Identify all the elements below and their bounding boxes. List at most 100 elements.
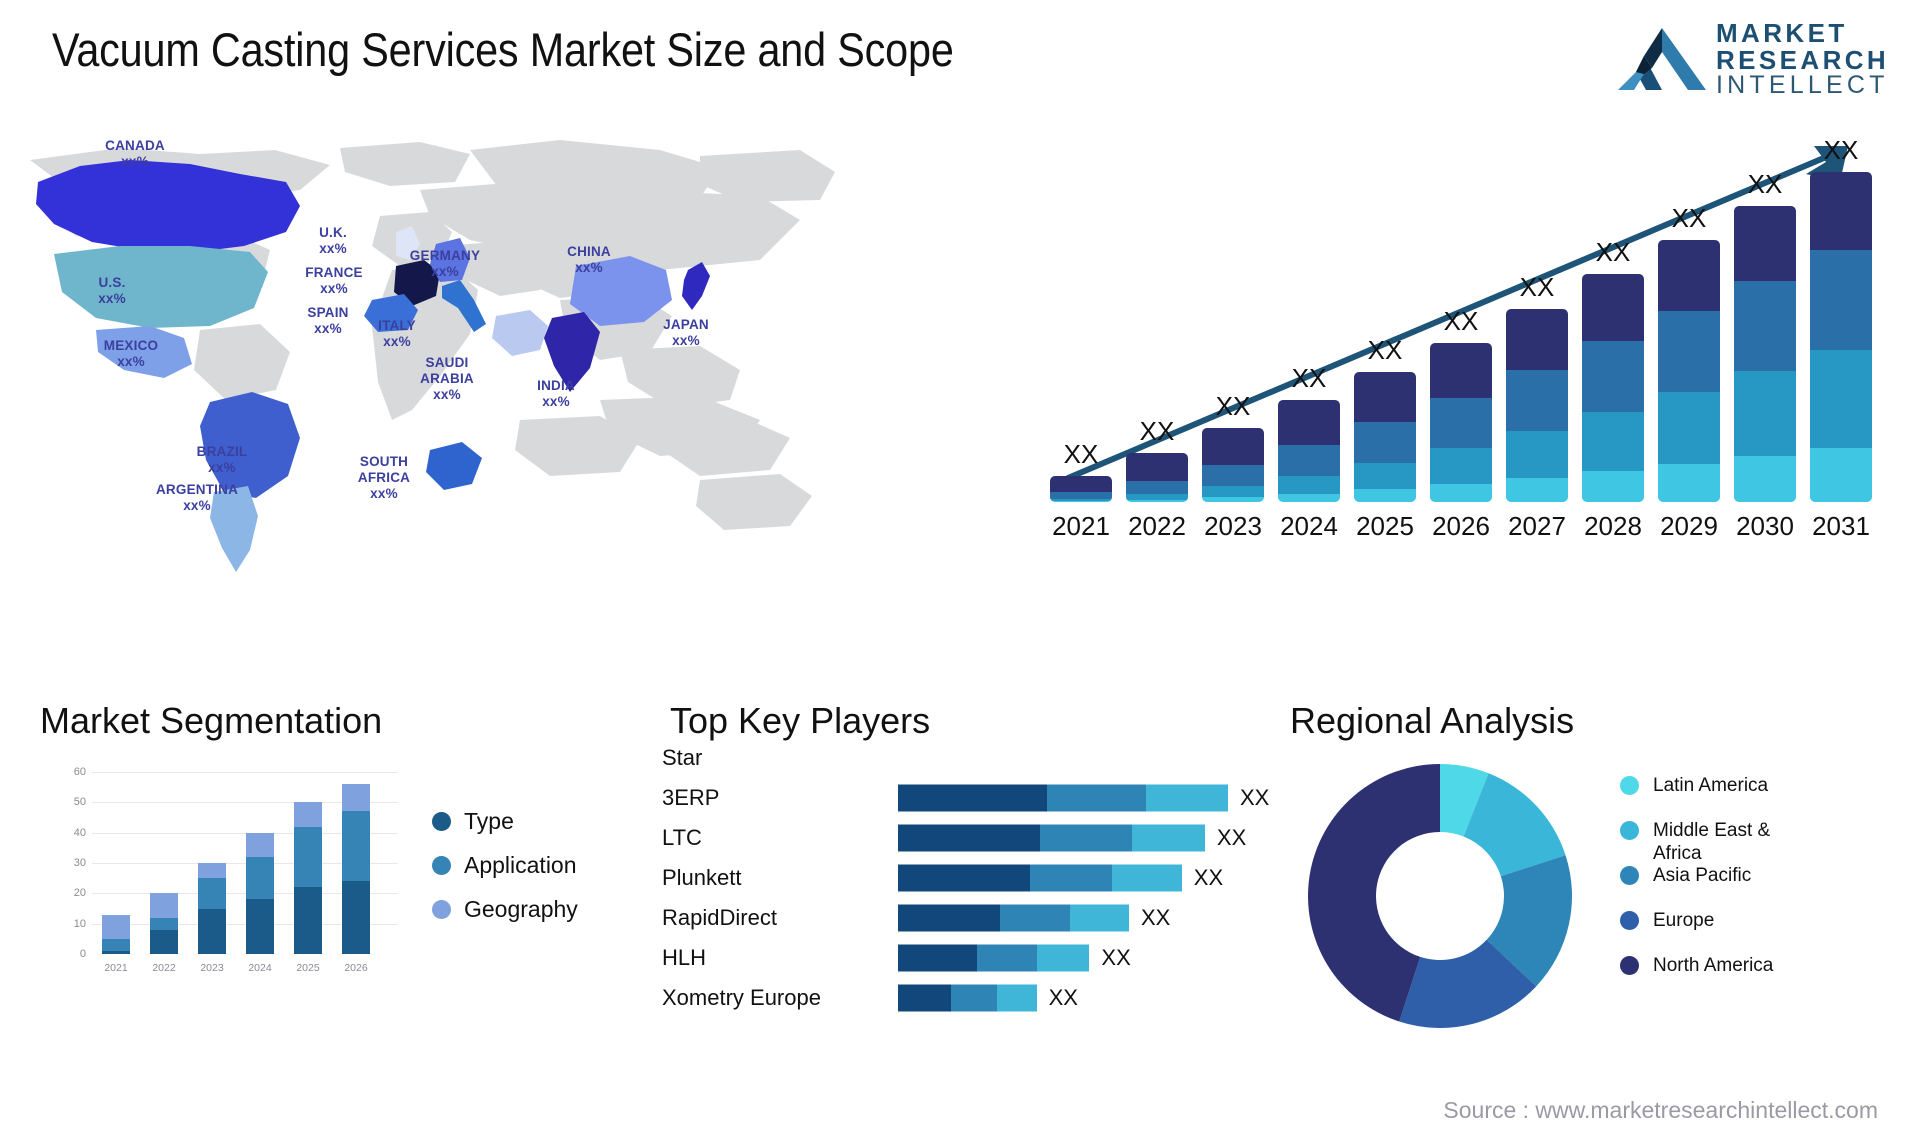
growth-bar-segment	[1278, 400, 1340, 445]
growth-year-label: 2022	[1128, 511, 1186, 541]
country-saudi-arabia	[492, 310, 548, 356]
player-value-label: XX	[1216, 825, 1247, 850]
growth-year-label: 2030	[1736, 511, 1794, 541]
player-value-label: XX	[1141, 905, 1171, 930]
segmentation-bar-segment	[198, 878, 226, 909]
page-title: Vacuum Casting Services Market Size and …	[52, 23, 954, 76]
growth-bar	[1506, 309, 1568, 502]
regional-legend-label: Asia Pacific	[1653, 865, 1752, 886]
map-label-u-k: U.K. xx%	[319, 225, 347, 256]
source-credit: Source : www.marketresearchintellect.com	[1443, 1097, 1878, 1123]
growth-bar-value: XX	[1063, 439, 1099, 469]
map-label-u-s: U.S. xx%	[98, 275, 126, 306]
growth-bar-segment	[1126, 481, 1188, 494]
map-label-mexico: MEXICO xx%	[103, 338, 159, 369]
top-key-players-section: Top Key Players Star 3ERP XX LTC XX Plunkett X…	[640, 700, 1269, 1120]
growth-bar-segment	[1126, 500, 1188, 502]
segmentation-x-tick: 2025	[296, 962, 320, 974]
logo-line-market: MARKET	[1716, 18, 1848, 48]
legend-dot-icon	[1620, 776, 1639, 795]
segmentation-legend-label: Application	[464, 852, 577, 878]
segmentation-bar-segment	[294, 826, 322, 888]
segmentation-bar-segment	[246, 832, 274, 857]
regional-legend-item: North America	[1620, 954, 1773, 977]
growth-bar-segment	[1582, 471, 1644, 502]
legend-dot-icon	[1620, 821, 1639, 840]
segmentation-bar-segment	[342, 881, 370, 954]
player-bar-segment	[898, 824, 1040, 852]
growth-bar	[1430, 343, 1492, 502]
segmentation-gridline	[92, 772, 398, 773]
growth-bar-segment	[1202, 486, 1264, 497]
legend-dot-icon	[432, 856, 451, 875]
map-label-argentina: ARGENTINA xx%	[155, 482, 239, 513]
market-growth-chart: XX XX XX XX XX XX XX XX XX XX XX 2021 2022 2023 2024 2…	[1030, 130, 1890, 550]
regional-donut-chart	[1307, 764, 1572, 1028]
segmentation-bar	[198, 863, 226, 954]
legend-dot-icon	[432, 900, 451, 919]
regional-legend-item: Asia Pacific	[1620, 864, 1751, 887]
legend-dot-icon	[1620, 956, 1639, 975]
regional-legend-label: Latin America	[1653, 775, 1769, 796]
segmentation-legend-label: Type	[464, 808, 514, 834]
growth-bar-segment	[1506, 431, 1568, 478]
segmentation-bar-segment	[342, 811, 370, 882]
segmentation-bar-segment	[102, 950, 130, 954]
player-bar-segment	[1036, 944, 1090, 972]
segmentation-bar	[342, 784, 370, 954]
segmentation-bar-segment	[150, 929, 178, 954]
growth-bar-segment	[1430, 343, 1492, 398]
growth-bar-segment	[1810, 172, 1872, 250]
segmentation-bar-segment	[198, 863, 226, 879]
player-name: Plunkett	[662, 865, 742, 890]
growth-year-label: 2027	[1508, 511, 1566, 541]
segmentation-bar	[150, 893, 178, 954]
player-name: 3ERP	[662, 785, 720, 810]
growth-bar-segment	[1506, 370, 1568, 431]
segmentation-bar-segment	[294, 887, 322, 954]
growth-bar-value: XX	[1291, 363, 1327, 393]
player-name: Xometry Europe	[662, 985, 821, 1010]
growth-year-label: 2029	[1660, 511, 1718, 541]
regional-analysis-section: Regional Analysis Latin America Middle Ea…	[1290, 700, 1900, 1100]
growth-bar-segment	[1734, 280, 1796, 372]
map-label-south-africa: SOUTH AFRICA xx%	[357, 454, 411, 501]
player-name: HLH	[662, 945, 707, 970]
growth-bar-segment	[1658, 464, 1720, 502]
growth-bar-segment	[1582, 274, 1644, 341]
player-value-label: XX	[1193, 865, 1224, 890]
logo-line-intellect: INTELLECT	[1716, 71, 1889, 100]
players-title: Top Key Players	[670, 700, 931, 741]
growth-bar-value: XX	[1443, 306, 1479, 336]
player-bar-segment	[1112, 864, 1182, 892]
growth-bar-segment	[1430, 398, 1492, 448]
player-bar-segment	[898, 784, 1047, 812]
segmentation-bar-segment	[246, 856, 274, 900]
market-segmentation-section: Market Segmentation 10 20 30 40 50 60 0 2021 202…	[40, 700, 600, 1100]
growth-bar-segment	[1734, 456, 1796, 502]
segmentation-bar-segment	[342, 784, 370, 812]
map-label-saudi-arabia: SAUDI ARABIA xx%	[420, 355, 474, 402]
segmentation-x-tick: 2022	[152, 962, 176, 974]
growth-bar	[1126, 453, 1188, 502]
growth-bar-segment	[1202, 428, 1264, 465]
growth-bar-segment	[1354, 422, 1416, 463]
segmentation-legend-item: Type	[432, 808, 514, 835]
segmentation-legend-item: Application	[432, 852, 577, 879]
segmentation-bar-segment	[294, 802, 322, 827]
segmentation-y-tick: 10	[73, 917, 86, 930]
growth-bar-segment	[1126, 453, 1188, 481]
segmentation-x-tick: 2021	[104, 962, 128, 974]
growth-bar	[1810, 172, 1872, 502]
growth-bar-segment	[1810, 249, 1872, 351]
player-bar-segment	[950, 984, 997, 1012]
player-bar-segment	[898, 984, 951, 1012]
segmentation-bar-segment	[246, 899, 274, 954]
segmentation-plot: 10 20 30 40 50 60 0 2021 2022 2023 2024 2025 2026	[74, 766, 398, 974]
growth-bar-segment	[1202, 497, 1264, 502]
brand-logo: MARKET RESEARCH INTELLECT	[1618, 18, 1908, 100]
growth-bar-segment	[1354, 372, 1416, 422]
growth-bar-segment	[1506, 309, 1568, 370]
growth-bar-segment	[1278, 494, 1340, 502]
growth-bar-segment	[1658, 392, 1720, 464]
